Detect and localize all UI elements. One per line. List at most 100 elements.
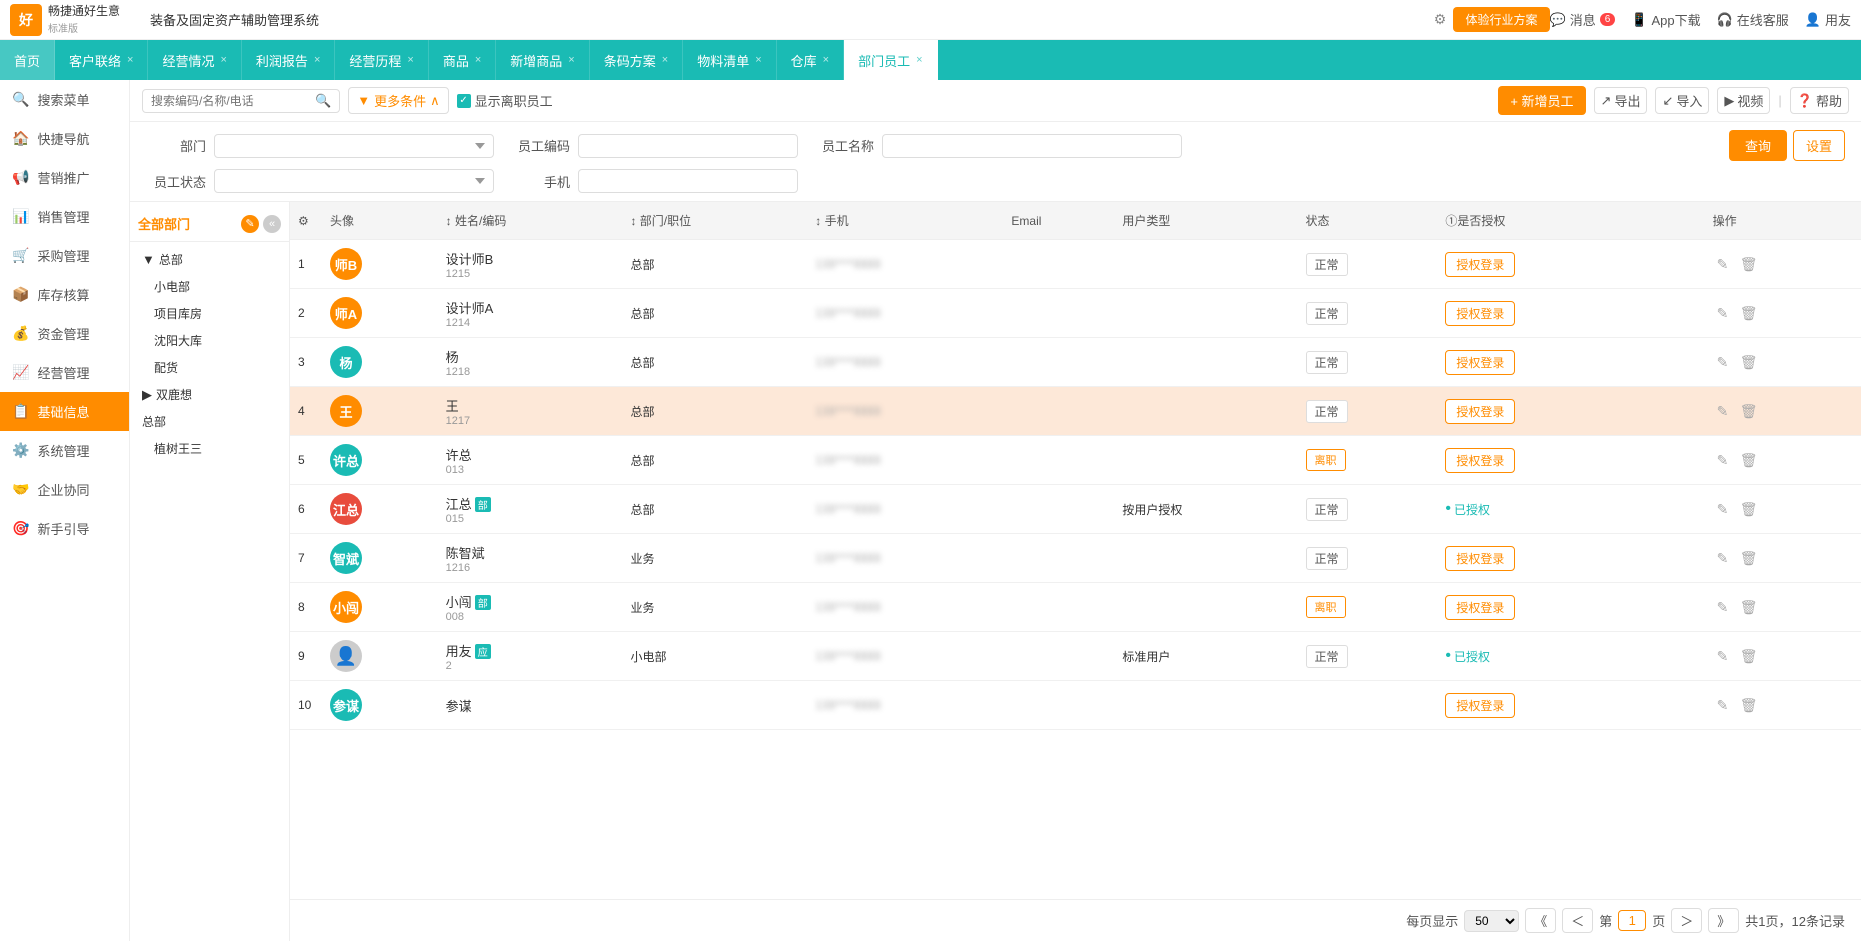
nav-tab-home[interactable]: 首页: [0, 40, 55, 80]
set-button[interactable]: 设置: [1793, 130, 1845, 161]
col-dept-pos[interactable]: ↕ 部门/职位: [622, 202, 807, 240]
close-icon-active[interactable]: ×: [916, 54, 922, 66]
show-resigned-toggle[interactable]: ✓ 显示离职员工: [457, 91, 553, 110]
nav-tab-warehouse[interactable]: 仓库 ×: [777, 40, 844, 80]
edit-button[interactable]: ✎: [1713, 254, 1733, 274]
sidebar-item-marketing[interactable]: 📢 营销推广: [0, 158, 129, 197]
dept-tree-item-xiaodianbu[interactable]: 小电部: [130, 273, 289, 300]
delete-button[interactable]: 🗑: [1736, 303, 1762, 323]
first-page-button[interactable]: 《: [1525, 908, 1556, 933]
edit-button[interactable]: ✎: [1713, 646, 1733, 666]
close-icon[interactable]: ×: [314, 54, 320, 66]
add-employee-button[interactable]: + 新增员工: [1498, 86, 1585, 115]
col-settings[interactable]: ⚙: [290, 202, 322, 240]
edit-button[interactable]: ✎: [1713, 499, 1733, 519]
export-button[interactable]: ↗ 导出: [1594, 87, 1648, 114]
user-menu-button[interactable]: 👤 用友: [1805, 10, 1851, 29]
close-icon[interactable]: ×: [755, 54, 761, 66]
emp-status-select[interactable]: [214, 169, 494, 193]
nav-tab-employees[interactable]: 部门员工 ×: [844, 40, 937, 80]
dept-tree-item-zongbu[interactable]: ▼ 总部: [130, 246, 289, 273]
last-page-button[interactable]: 》: [1708, 908, 1739, 933]
dept-tree-item-shuanglu[interactable]: ▶ 双鹿想: [130, 381, 289, 408]
sidebar-item-sales[interactable]: 📊 销售管理: [0, 197, 129, 236]
delete-button[interactable]: 🗑: [1736, 352, 1762, 372]
import-button[interactable]: ↙ 导入: [1655, 87, 1709, 114]
close-icon[interactable]: ×: [127, 54, 133, 66]
auth-login-button[interactable]: 授权登录: [1445, 693, 1515, 718]
delete-button[interactable]: 🗑: [1736, 695, 1762, 715]
delete-button[interactable]: 🗑: [1736, 254, 1762, 274]
close-icon[interactable]: ×: [475, 54, 481, 66]
search-icon-btn[interactable]: 🔍: [315, 93, 331, 109]
sidebar-item-search[interactable]: 🔍 搜索菜单: [0, 80, 129, 119]
edit-button[interactable]: ✎: [1713, 548, 1733, 568]
auth-login-button[interactable]: 授权登录: [1445, 448, 1515, 473]
emp-code-input[interactable]: [578, 134, 798, 158]
trial-button[interactable]: 体验行业方案: [1453, 7, 1549, 32]
edit-button[interactable]: ✎: [1713, 303, 1733, 323]
edit-button[interactable]: ✎: [1713, 450, 1733, 470]
sidebar-item-guide[interactable]: 🎯 新手引导: [0, 509, 129, 548]
nav-tab-new-goods[interactable]: 新增商品 ×: [496, 40, 589, 80]
close-icon[interactable]: ×: [662, 54, 668, 66]
message-button[interactable]: 💬 消息 6: [1550, 10, 1616, 29]
search-input[interactable]: [151, 94, 311, 108]
close-icon[interactable]: ×: [568, 54, 574, 66]
per-page-select[interactable]: 50 20 100: [1464, 910, 1519, 932]
auth-login-button[interactable]: 授权登录: [1445, 350, 1515, 375]
close-icon[interactable]: ×: [407, 54, 413, 66]
sidebar-item-collab[interactable]: 🤝 企业协同: [0, 470, 129, 509]
sidebar-item-purchase[interactable]: 🛒 采购管理: [0, 236, 129, 275]
delete-button[interactable]: 🗑: [1736, 450, 1762, 470]
col-name-code[interactable]: ↕ 姓名/编码: [438, 202, 623, 240]
delete-button[interactable]: 🗑: [1736, 548, 1762, 568]
nav-tab-goods[interactable]: 商品 ×: [429, 40, 496, 80]
dept-tree-item-shenyangdaku[interactable]: 沈阳大库: [130, 327, 289, 354]
dept-tree-item-zongbu2[interactable]: 总部: [130, 408, 289, 435]
more-filter-button[interactable]: ▼ 更多条件 ∧: [348, 87, 448, 114]
auth-login-button[interactable]: 授权登录: [1445, 399, 1515, 424]
nav-tab-customer[interactable]: 客户联络 ×: [55, 40, 148, 80]
dept-tree-item-peihuo[interactable]: 配货: [130, 354, 289, 381]
video-button[interactable]: ▶ 视频: [1717, 87, 1770, 114]
edit-button[interactable]: ✎: [1713, 597, 1733, 617]
nav-tab-barcode[interactable]: 条码方案 ×: [590, 40, 683, 80]
nav-tab-profit[interactable]: 利润报告 ×: [242, 40, 335, 80]
dept-edit-button[interactable]: ✎: [241, 215, 259, 233]
nav-tab-history[interactable]: 经营历程 ×: [335, 40, 428, 80]
sidebar-item-inventory[interactable]: 📦 库存核算: [0, 275, 129, 314]
auth-login-button[interactable]: 授权登录: [1445, 252, 1515, 277]
close-icon[interactable]: ×: [220, 54, 226, 66]
prev-page-button[interactable]: ＜: [1562, 908, 1593, 933]
auth-login-button[interactable]: 授权登录: [1445, 595, 1515, 620]
col-phone[interactable]: ↕ 手机: [807, 202, 1003, 240]
auth-login-button[interactable]: 授权登录: [1445, 301, 1515, 326]
sidebar-item-basic-info[interactable]: 📋 基础信息: [0, 392, 129, 431]
delete-button[interactable]: 🗑: [1736, 597, 1762, 617]
dept-tree-item-zhishu[interactable]: 植树王三: [130, 435, 289, 462]
dept-select[interactable]: [214, 134, 494, 158]
phone-input[interactable]: [578, 169, 798, 193]
dept-tree-item-xiangmukufang[interactable]: 项目库房: [130, 300, 289, 327]
delete-button[interactable]: 🗑: [1736, 401, 1762, 421]
sidebar-item-finance[interactable]: 💰 资金管理: [0, 314, 129, 353]
sidebar-item-nav[interactable]: 🏠 快捷导航: [0, 119, 129, 158]
app-download-button[interactable]: 📱 App下载: [1631, 10, 1700, 29]
edit-button[interactable]: ✎: [1713, 401, 1733, 421]
settings-icon[interactable]: ⚙: [1434, 11, 1447, 28]
dept-collapse-button[interactable]: «: [263, 215, 281, 233]
close-icon[interactable]: ×: [823, 54, 829, 66]
online-service-button[interactable]: 🎧 在线客服: [1717, 10, 1789, 29]
query-button[interactable]: 查询: [1729, 130, 1787, 161]
nav-tab-bom[interactable]: 物料清单 ×: [683, 40, 776, 80]
delete-button[interactable]: 🗑: [1736, 499, 1762, 519]
sidebar-item-system[interactable]: ⚙️ 系统管理: [0, 431, 129, 470]
emp-name-input[interactable]: [882, 134, 1182, 158]
edit-button[interactable]: ✎: [1713, 695, 1733, 715]
next-page-button[interactable]: ＞: [1671, 908, 1702, 933]
help-button[interactable]: ❓ 帮助: [1790, 87, 1849, 114]
sidebar-item-business[interactable]: 📈 经营管理: [0, 353, 129, 392]
nav-tab-operation[interactable]: 经营情况 ×: [148, 40, 241, 80]
edit-button[interactable]: ✎: [1713, 352, 1733, 372]
